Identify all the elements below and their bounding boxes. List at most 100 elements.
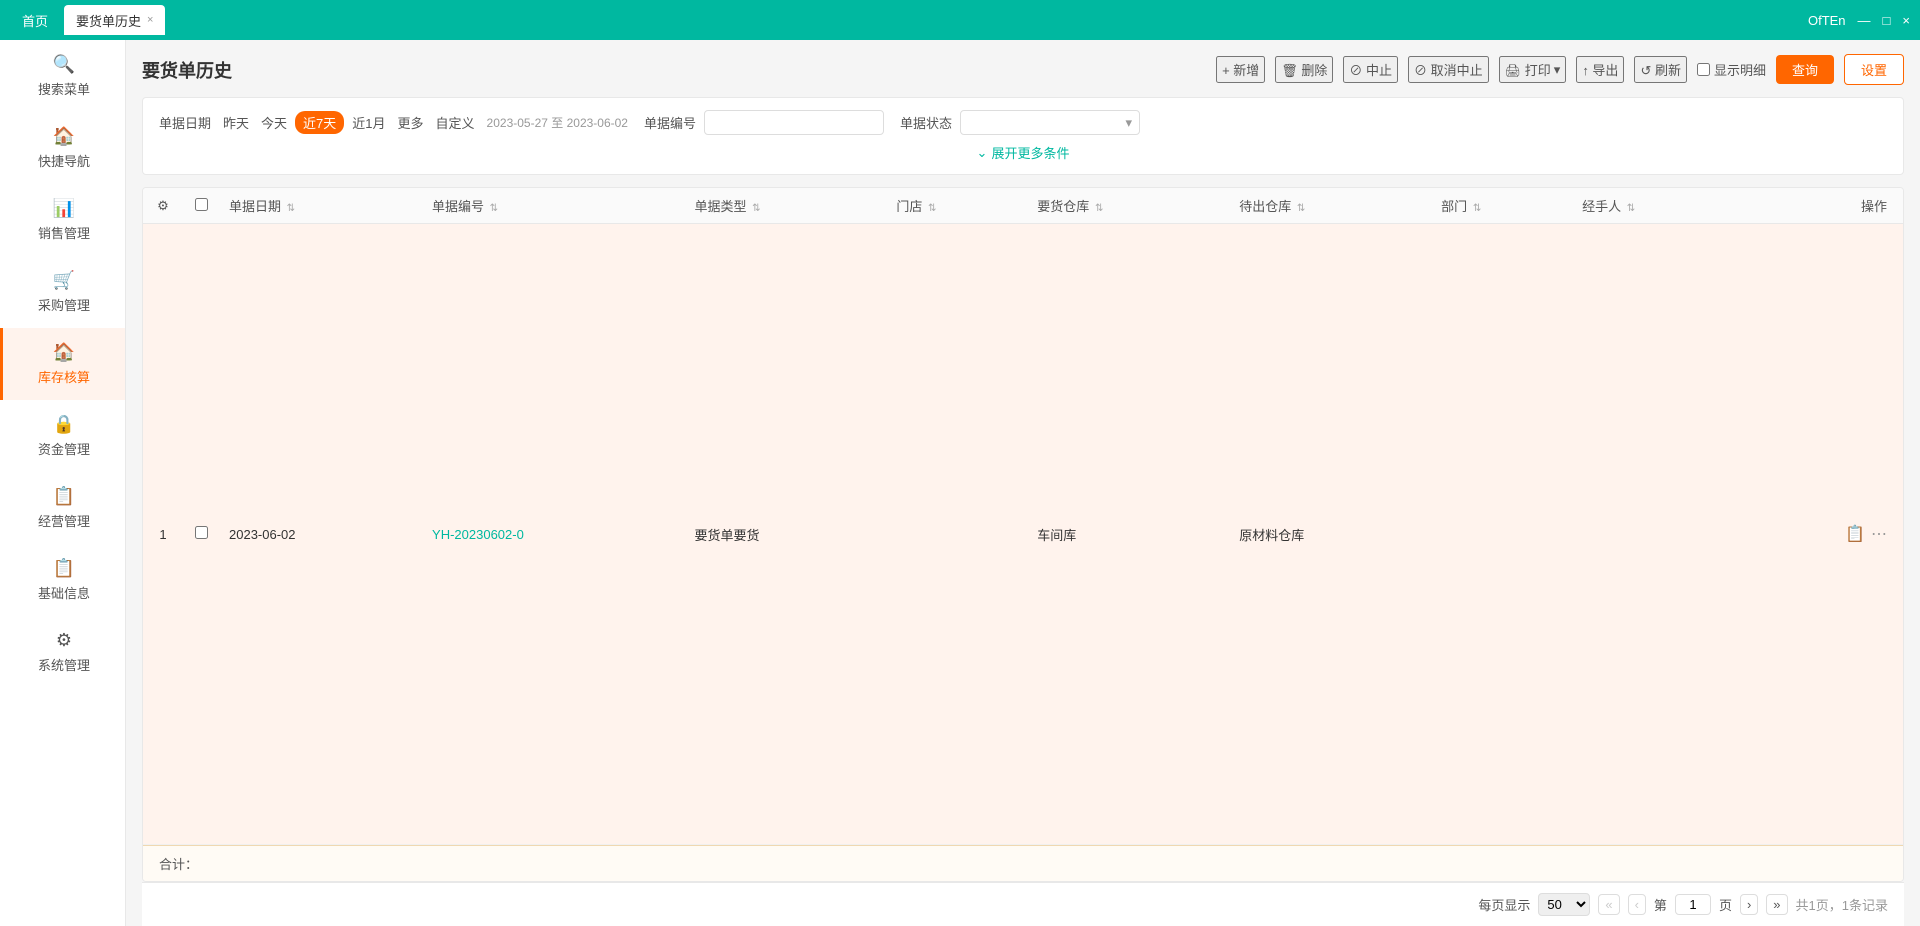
col-handler[interactable]: 经手人 ⇅ bbox=[1572, 188, 1743, 224]
prev-page-button[interactable]: ‹ bbox=[1628, 894, 1646, 915]
print-button[interactable]: 🖨 打印 ▾ bbox=[1499, 56, 1567, 83]
sales-mgmt-icon: 📊 bbox=[53, 198, 75, 219]
next-page-button[interactable]: › bbox=[1740, 894, 1758, 915]
order-no-link[interactable]: YH-20230602-0 bbox=[432, 527, 524, 542]
expand-label: 展开更多条件 bbox=[991, 143, 1069, 162]
display-detail-checkbox[interactable]: 显示明细 bbox=[1697, 60, 1766, 79]
select-all-checkbox[interactable] bbox=[195, 198, 208, 211]
date-filter-group: 单据日期 昨天 今天 近7天 近1月 更多 自定义 2023-05-27 至 2… bbox=[159, 111, 628, 134]
cancel-stop-button[interactable]: ⊘ 取消中止 bbox=[1408, 56, 1489, 83]
col-pend-warehouse[interactable]: 待出仓库 ⇅ bbox=[1229, 188, 1431, 224]
sidebar-item-ops-mgmt[interactable]: 📋 经营管理 bbox=[0, 472, 125, 544]
col-date[interactable]: 单据日期 ⇅ bbox=[219, 188, 422, 224]
close-tab-icon[interactable]: × bbox=[147, 14, 153, 26]
col-dept-label: 部门 bbox=[1441, 199, 1467, 214]
refresh-button[interactable]: ↺ 刷新 bbox=[1634, 56, 1687, 83]
settings-button[interactable]: 设置 bbox=[1844, 54, 1904, 85]
print-dropdown-icon: ▾ bbox=[1554, 62, 1561, 78]
col-action: 操作 bbox=[1744, 188, 1904, 224]
row-req-warehouse: 车间库 bbox=[1027, 224, 1229, 845]
row-actions: 📋 ⋯ bbox=[1744, 224, 1904, 845]
date-shortcut-yesterday[interactable]: 昨天 bbox=[219, 111, 253, 134]
page-label: 页 bbox=[1719, 895, 1732, 914]
sidebar-item-purchase-mgmt[interactable]: 🛒 采购管理 bbox=[0, 256, 125, 328]
col-date-label: 单据日期 bbox=[229, 199, 281, 214]
date-shortcut-today[interactable]: 今天 bbox=[257, 111, 291, 134]
order-no-label: 单据编号 bbox=[644, 113, 696, 132]
tab-home[interactable]: 首页 bbox=[10, 5, 60, 35]
col-action-label: 操作 bbox=[1861, 199, 1887, 214]
date-shortcut-1month[interactable]: 近1月 bbox=[348, 111, 389, 134]
sidebar-item-sales-mgmt[interactable]: 📊 销售管理 bbox=[0, 184, 125, 256]
col-settings[interactable]: ⚙ bbox=[143, 188, 183, 224]
row-checkbox[interactable] bbox=[195, 526, 208, 539]
stop-button[interactable]: ⊘ 中止 bbox=[1343, 56, 1398, 83]
table-footer: 合计： bbox=[143, 845, 1903, 881]
history-tab-label: 要货单历史 bbox=[76, 11, 141, 30]
display-detail-label: 显示明细 bbox=[1714, 60, 1766, 79]
page-size-select[interactable]: 10 20 50 100 bbox=[1538, 893, 1590, 916]
sidebar-item-label: 搜索菜单 bbox=[38, 79, 90, 98]
expand-icon: ⌄ bbox=[977, 145, 988, 161]
table-header-row: ⚙ 单据日期 ⇅ 单据编号 ⇅ 单据类型 bbox=[143, 188, 1903, 224]
print-label: 🖨 打印 bbox=[1505, 60, 1551, 79]
toolbar: + 新增 🗑 删除 ⊘ 中止 ⊘ 取消中止 🖨 打印 ▾ ↑ 导出 bbox=[1216, 54, 1904, 85]
status-filter-group: 单据状态 bbox=[900, 110, 1140, 135]
page-title: 要货单历史 bbox=[142, 57, 1216, 83]
sidebar-item-finance-mgmt[interactable]: 🔒 资金管理 bbox=[0, 400, 125, 472]
new-button[interactable]: + 新增 bbox=[1216, 56, 1265, 83]
tab-history[interactable]: 要货单历史 × bbox=[64, 5, 165, 35]
sidebar-item-label: 快捷导航 bbox=[38, 151, 90, 170]
display-detail-input[interactable] bbox=[1697, 63, 1710, 76]
sidebar-item-sys-mgmt[interactable]: ⚙ 系统管理 bbox=[0, 616, 125, 688]
order-no-input[interactable] bbox=[704, 110, 884, 135]
row-checkbox-cell bbox=[183, 224, 219, 845]
delete-button[interactable]: 🗑 删除 bbox=[1275, 56, 1333, 83]
main-layout: 🔍 搜索菜单 🏠 快捷导航 📊 销售管理 🛒 采购管理 🏠 库存核算 🔒 资金管… bbox=[0, 40, 1920, 926]
maximize-icon[interactable]: □ bbox=[1883, 13, 1891, 28]
data-table: ⚙ 单据日期 ⇅ 单据编号 ⇅ 单据类型 bbox=[143, 188, 1903, 845]
col-store-sort: ⇅ bbox=[928, 203, 936, 214]
row-date: 2023-06-02 bbox=[219, 224, 422, 845]
sidebar-item-search-menu[interactable]: 🔍 搜索菜单 bbox=[0, 40, 125, 112]
last-page-button[interactable]: » bbox=[1766, 894, 1787, 915]
date-shortcut-more[interactable]: 更多 bbox=[394, 111, 428, 134]
query-button[interactable]: 查询 bbox=[1776, 55, 1834, 84]
col-dept[interactable]: 部门 ⇅ bbox=[1431, 188, 1572, 224]
col-req-warehouse[interactable]: 要货仓库 ⇅ bbox=[1027, 188, 1229, 224]
basic-info-icon: 📋 bbox=[53, 558, 75, 579]
quick-nav-icon: 🏠 bbox=[53, 126, 75, 147]
sidebar-item-inventory[interactable]: 🏠 库存核算 bbox=[0, 328, 125, 400]
sidebar-item-basic-info[interactable]: 📋 基础信息 bbox=[0, 544, 125, 616]
first-page-button[interactable]: « bbox=[1598, 894, 1619, 915]
top-bar-right: OfTEn — □ × bbox=[1808, 13, 1910, 28]
col-req-warehouse-label: 要货仓库 bbox=[1037, 199, 1089, 214]
close-window-icon[interactable]: × bbox=[1902, 13, 1910, 28]
sidebar-item-quick-nav[interactable]: 🏠 快捷导航 bbox=[0, 112, 125, 184]
col-handler-sort: ⇅ bbox=[1627, 203, 1635, 214]
sidebar-item-label: 销售管理 bbox=[38, 223, 90, 242]
col-store[interactable]: 门店 ⇅ bbox=[886, 188, 1027, 224]
row-edit-icon[interactable]: 📋 bbox=[1845, 524, 1865, 544]
filter-expand-button[interactable]: ⌄ 展开更多条件 bbox=[159, 143, 1887, 162]
new-label: + 新增 bbox=[1222, 60, 1259, 79]
sidebar-item-label: 资金管理 bbox=[38, 439, 90, 458]
status-select[interactable] bbox=[960, 110, 1140, 135]
col-type[interactable]: 单据类型 ⇅ bbox=[684, 188, 886, 224]
filter-area: 单据日期 昨天 今天 近7天 近1月 更多 自定义 2023-05-27 至 2… bbox=[142, 97, 1904, 175]
row-more-icon[interactable]: ⋯ bbox=[1871, 524, 1887, 544]
export-button[interactable]: ↑ 导出 bbox=[1576, 56, 1624, 83]
cancel-stop-label: ⊘ 取消中止 bbox=[1414, 60, 1483, 79]
sidebar-item-label: 采购管理 bbox=[38, 295, 90, 314]
sidebar-item-label: 基础信息 bbox=[38, 583, 90, 602]
row-handler bbox=[1572, 224, 1743, 845]
pagination-bar: 每页显示 10 20 50 100 « ‹ 第 页 › » 共1页，1条记录 bbox=[142, 882, 1904, 926]
date-shortcut-custom[interactable]: 自定义 bbox=[432, 111, 479, 134]
date-shortcut-7days[interactable]: 近7天 bbox=[295, 111, 344, 134]
col-order-no[interactable]: 单据编号 ⇅ bbox=[422, 188, 684, 224]
row-order-no[interactable]: YH-20230602-0 bbox=[422, 224, 684, 845]
col-store-label: 门店 bbox=[896, 199, 922, 214]
sidebar: 🔍 搜索菜单 🏠 快捷导航 📊 销售管理 🛒 采购管理 🏠 库存核算 🔒 资金管… bbox=[0, 40, 126, 926]
minimize-icon[interactable]: — bbox=[1858, 13, 1871, 28]
page-number-input[interactable] bbox=[1675, 894, 1711, 915]
